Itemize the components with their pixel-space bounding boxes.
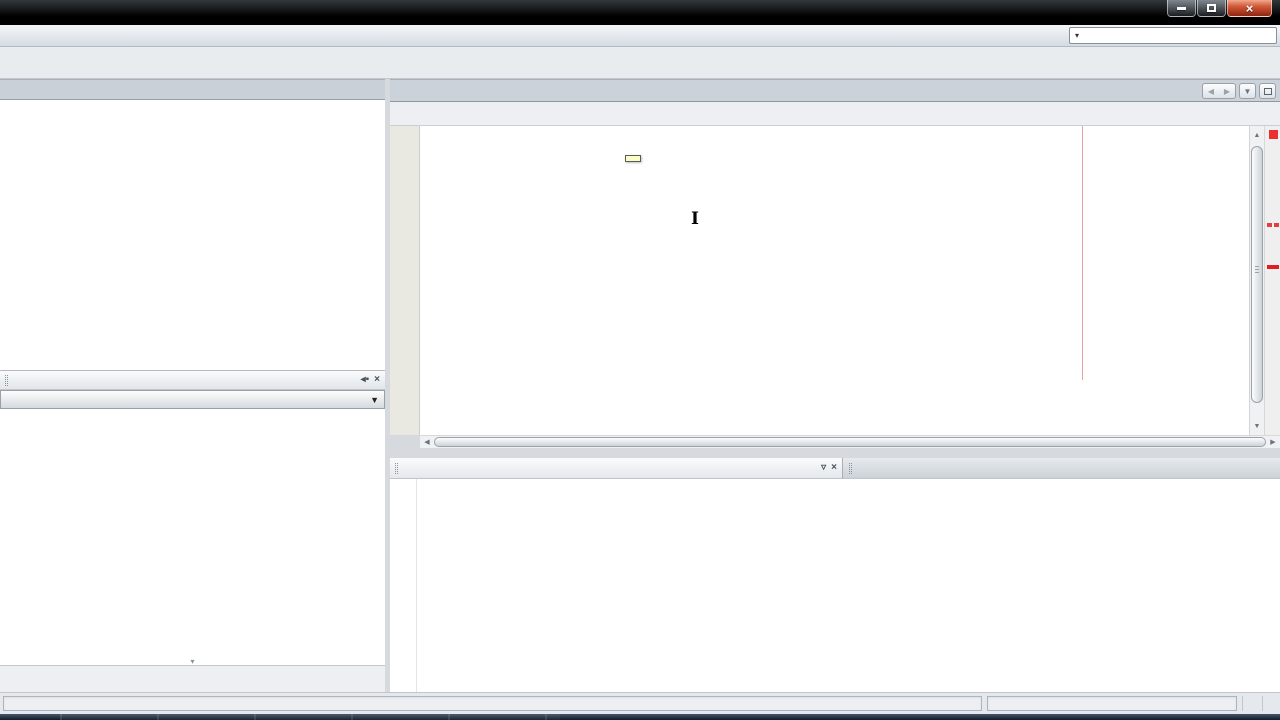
windows-taskbar-sliver — [0, 714, 1280, 720]
caret-position — [1242, 696, 1257, 711]
vertical-scroll-thumb[interactable] — [1251, 146, 1263, 403]
scroll-right-icon[interactable]: ▶ — [1266, 436, 1280, 448]
insert-mode-indicator — [1262, 696, 1277, 711]
editor-gutter[interactable] — [390, 126, 420, 435]
minimize-panel-icon[interactable]: ◂▪ — [361, 375, 370, 385]
editor-vertical-scrollbar[interactable]: ▲ ▼ — [1249, 126, 1264, 435]
editor-horizontal-scrollbar[interactable]: ◀ ▶ — [420, 435, 1280, 448]
output-header: ▿ × — [390, 458, 1280, 479]
error-stripe-status — [1269, 130, 1278, 139]
tab-scroll-buttons[interactable]: ◀ ▶ — [1202, 83, 1236, 99]
restore-button[interactable] — [1197, 0, 1226, 17]
close-panel-icon[interactable]: × — [831, 463, 837, 473]
tasks-tab[interactable] — [842, 458, 1280, 479]
main-toolbar — [0, 47, 1280, 79]
left-panels: ◂▪ × ▼ ▾ — [0, 79, 385, 692]
output-console[interactable] — [417, 479, 1280, 692]
maximize-editor-button[interactable] — [1259, 83, 1276, 99]
minimize-panel-icon[interactable]: ▿ — [821, 463, 826, 473]
scroll-tabs-right-icon[interactable]: ▶ — [1219, 84, 1235, 98]
panel-grip — [395, 462, 398, 474]
error-stripe[interactable] — [1264, 126, 1280, 435]
editor-tab-controls: ◀ ▶ ▼ — [1202, 83, 1276, 99]
editor-text-area[interactable]: I — [390, 126, 1249, 435]
output-tab[interactable]: ▿ × — [390, 458, 842, 479]
scroll-up-icon[interactable]: ▲ — [1251, 128, 1263, 142]
output-panel: ▿ × — [390, 458, 1280, 692]
title-bar: × — [0, 0, 1280, 25]
editor-toolbar — [390, 102, 1280, 126]
status-secondary-area — [987, 696, 1237, 711]
horizontal-scroll-thumb[interactable] — [434, 437, 1266, 447]
close-icon: × — [1245, 0, 1254, 16]
navigator-filter-toolbar — [0, 665, 385, 692]
code-editor[interactable]: I ▲ ▼ — [390, 126, 1280, 435]
error-stripe-mark[interactable] — [1267, 223, 1272, 227]
editor-tab-row: ◀ ▶ ▼ — [390, 80, 1280, 102]
search-input[interactable] — [1082, 28, 1272, 43]
tab-list-dropdown-button[interactable]: ▼ — [1239, 83, 1256, 99]
right-margin-line — [1082, 126, 1083, 380]
horizontal-splitter[interactable] — [390, 448, 1280, 458]
error-stripe-mark[interactable] — [1267, 265, 1279, 269]
minimize-icon — [1177, 6, 1186, 10]
scroll-tabs-left-icon[interactable]: ◀ — [1203, 84, 1219, 98]
main-area: ◂▪ × ▼ ▾ ◀ ▶ ▼ I ▲ ▼ ◀ ▶ ▿ × — [0, 79, 1280, 692]
navigator-collapse-handle[interactable]: ▾ — [0, 657, 385, 666]
restore-icon — [1207, 4, 1216, 12]
error-stripe-mark[interactable] — [1274, 223, 1279, 227]
netbeans-window: × ▾ ◂▪ × ▼ ▾ ◀ ▶ ▼ I ▲ ▼ ◀ ▶ ▿ × — [0, 0, 1280, 720]
search-scope-arrow-icon[interactable]: ▾ — [1075, 31, 1079, 40]
status-bar — [0, 692, 1280, 714]
status-message-area — [3, 696, 982, 711]
text-cursor: I — [691, 209, 699, 229]
window-controls: × — [1166, 0, 1272, 17]
minimize-button[interactable] — [1167, 0, 1196, 17]
chevron-down-icon: ▼ — [370, 394, 379, 405]
scroll-left-icon[interactable]: ◀ — [420, 436, 434, 448]
output-button-strip — [390, 479, 417, 692]
panel-grip — [5, 374, 8, 386]
editor-column: ◀ ▶ ▼ I ▲ ▼ ◀ ▶ ▿ × — [390, 79, 1280, 692]
scroll-down-icon[interactable]: ▼ — [1251, 419, 1263, 433]
close-button[interactable]: × — [1227, 0, 1272, 17]
error-tooltip — [625, 155, 641, 162]
quick-search[interactable]: ▾ — [1069, 27, 1277, 44]
navigator-tree — [0, 409, 385, 657]
navigator-view-select[interactable]: ▼ — [0, 390, 385, 409]
output-body — [390, 479, 1280, 692]
projects-tree — [0, 100, 385, 370]
menu-bar: ▾ — [0, 25, 1280, 47]
panel-grip — [849, 462, 852, 474]
explorer-tab-row — [0, 80, 385, 100]
maximize-icon — [1263, 87, 1272, 95]
close-panel-icon[interactable]: × — [374, 375, 380, 385]
navigator-header[interactable]: ◂▪ × — [0, 370, 385, 390]
